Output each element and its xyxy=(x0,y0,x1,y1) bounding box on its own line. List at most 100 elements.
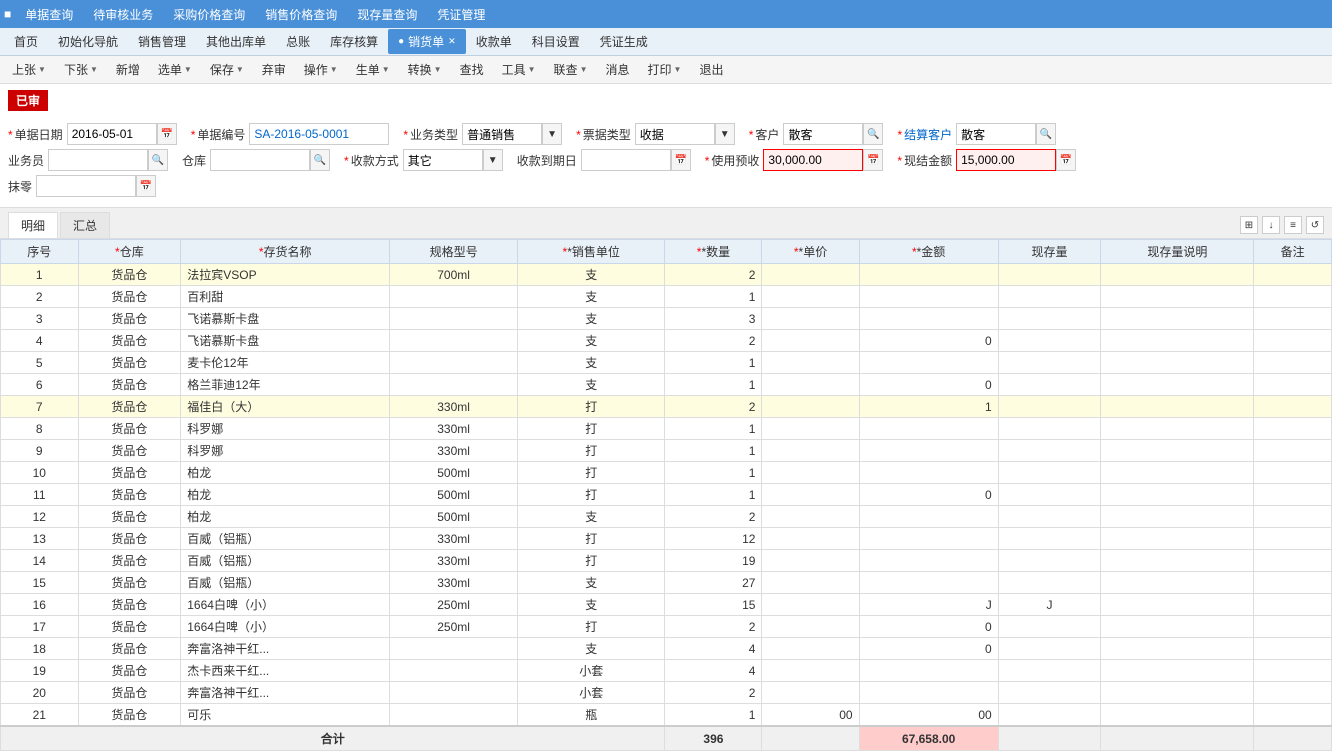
table-icon-1[interactable]: ⊞ xyxy=(1240,216,1258,234)
table-icon-3[interactable]: ≡ xyxy=(1284,216,1302,234)
label-payment: 收款方式 xyxy=(344,152,401,169)
table-row: 20货品仓奔富洛神干红...小套2 xyxy=(1,682,1332,704)
top-nav: ■ 单据查询 待审核业务 采购价格查询 销售价格查询 现存量查询 凭证管理 xyxy=(0,0,1332,28)
table-footer-row: 合计 396 67,658.00 xyxy=(1,726,1332,751)
nav-init[interactable]: 初始化导航 xyxy=(48,29,128,54)
table-row: 19货品仓杰卡西来干红...小套4 xyxy=(1,660,1332,682)
warehouse-input[interactable] xyxy=(210,149,310,171)
nav-sales-mgmt[interactable]: 销售管理 xyxy=(128,29,196,54)
label-customer: 客户 xyxy=(749,126,782,143)
cash-input-group: 📅 xyxy=(956,149,1076,171)
biz-type-dropdown-icon[interactable]: ▼ xyxy=(542,123,562,145)
detail-table: 序号 仓库 存货名称 规格型号 *销售单位 *数量 *单价 *金额 现存量 现存… xyxy=(0,239,1332,751)
nav-voucher-gen[interactable]: 凭证生成 xyxy=(590,29,658,54)
form-group-docno: 单据编号 xyxy=(191,123,390,145)
table-icon-2[interactable]: ↓ xyxy=(1262,216,1280,234)
btn-generate[interactable]: 生单▼ xyxy=(348,59,398,80)
form-group-tickettype: 票据类型 ▼ xyxy=(576,123,735,145)
nav-other-outbound[interactable]: 其他出库单 xyxy=(196,29,276,54)
top-nav-doc-query[interactable]: 单据查询 xyxy=(15,2,83,27)
col-unit: *销售单位 xyxy=(518,240,665,264)
btn-save[interactable]: 保存▼ xyxy=(202,59,252,80)
nav-inventory[interactable]: 库存核算 xyxy=(320,29,388,54)
due-date-input-group: 📅 xyxy=(581,149,691,171)
calendar-icon[interactable]: 📅 xyxy=(157,123,177,145)
warehouse-input-group: 🔍 xyxy=(210,149,330,171)
table-row: 15货品仓百威（铝瓶）330ml支27 xyxy=(1,572,1332,594)
advance-input-group: 📅 xyxy=(763,149,883,171)
btn-search[interactable]: 查找 xyxy=(452,59,492,80)
footer-total-qty: 396 xyxy=(665,726,762,751)
btn-cancel-review[interactable]: 弃审 xyxy=(254,59,294,80)
top-nav-sales-price[interactable]: 销售价格查询 xyxy=(255,2,347,27)
nav-sales-order[interactable]: ● 销货单 ✕ xyxy=(388,29,466,54)
top-nav-purchase-price[interactable]: 采购价格查询 xyxy=(163,2,255,27)
table-icon-4[interactable]: ↺ xyxy=(1306,216,1324,234)
nav-receipt[interactable]: 收款单 xyxy=(466,29,522,54)
customer-input[interactable] xyxy=(783,123,863,145)
btn-message[interactable]: 消息 xyxy=(597,59,637,80)
doc-no-input[interactable] xyxy=(249,123,389,145)
advance-input[interactable] xyxy=(763,149,863,171)
label-advance: 使用预收 xyxy=(705,152,762,169)
btn-prev[interactable]: 上张▼ xyxy=(4,59,54,80)
ticket-type-dropdown-icon[interactable]: ▼ xyxy=(715,123,735,145)
btn-operation[interactable]: 操作▼ xyxy=(296,59,346,80)
col-product: 存货名称 xyxy=(181,240,390,264)
col-no: 序号 xyxy=(1,240,79,264)
tab-detail[interactable]: 明细 xyxy=(8,212,58,238)
status-badge: 已审 xyxy=(8,90,48,111)
doc-date-input[interactable] xyxy=(67,123,157,145)
doc-date-input-group: 📅 xyxy=(67,123,177,145)
warehouse-search-icon[interactable]: 🔍 xyxy=(310,149,330,171)
form-group-payment: 收款方式 ▼ xyxy=(344,149,503,171)
btn-new[interactable]: 新增 xyxy=(108,59,148,80)
col-amount: *金额 xyxy=(859,240,998,264)
salesperson-input[interactable] xyxy=(48,149,148,171)
nav-ledger[interactable]: 总账 xyxy=(276,29,320,54)
due-date-input[interactable] xyxy=(581,149,671,171)
advance-calendar-icon[interactable]: 📅 xyxy=(863,149,883,171)
discount-input[interactable] xyxy=(36,175,136,197)
btn-print[interactable]: 打印▼ xyxy=(640,59,690,80)
nav-home[interactable]: 首页 xyxy=(4,29,48,54)
tab-summary[interactable]: 汇总 xyxy=(60,212,110,238)
ticket-type-input[interactable] xyxy=(635,123,715,145)
form-group-date: 单据日期 📅 xyxy=(8,123,177,145)
top-nav-stock-query[interactable]: 现存量查询 xyxy=(347,2,427,27)
btn-exit[interactable]: 退出 xyxy=(691,59,731,80)
form-group-salesperson: 业务员 🔍 xyxy=(8,149,168,171)
form-group-due-date: 收款到期日 📅 xyxy=(517,149,691,171)
footer-empty-note xyxy=(1101,726,1254,751)
top-nav-voucher[interactable]: 凭证管理 xyxy=(427,2,495,27)
label-ticket-type: 票据类型 xyxy=(576,126,633,143)
cash-input[interactable] xyxy=(956,149,1056,171)
table-header-row: 序号 仓库 存货名称 规格型号 *销售单位 *数量 *单价 *金额 现存量 现存… xyxy=(1,240,1332,264)
due-date-calendar-icon[interactable]: 📅 xyxy=(671,149,691,171)
btn-link-query[interactable]: 联查▼ xyxy=(546,59,596,80)
settlement-customer-search-icon[interactable]: 🔍 xyxy=(1036,123,1056,145)
discount-calendar-icon[interactable]: 📅 xyxy=(136,175,156,197)
salesperson-search-icon[interactable]: 🔍 xyxy=(148,149,168,171)
top-nav-icon: ■ xyxy=(4,7,11,21)
cash-calendar-icon[interactable]: 📅 xyxy=(1056,149,1076,171)
table-row: 18货品仓奔富洛神干红...支40 xyxy=(1,638,1332,660)
btn-next[interactable]: 下张▼ xyxy=(56,59,106,80)
payment-input[interactable] xyxy=(403,149,483,171)
btn-convert[interactable]: 转换▼ xyxy=(400,59,450,80)
tab-icon-group: ⊞ ↓ ≡ ↺ xyxy=(1240,216,1324,234)
btn-tools[interactable]: 工具▼ xyxy=(494,59,544,80)
form-group-settlement-customer: 结算客户 🔍 xyxy=(897,123,1056,145)
label-settlement-customer[interactable]: 结算客户 xyxy=(897,126,954,143)
btn-select[interactable]: 选单▼ xyxy=(150,59,200,80)
footer-empty-remark xyxy=(1254,726,1332,751)
payment-dropdown-icon[interactable]: ▼ xyxy=(483,149,503,171)
nav-account-settings[interactable]: 科目设置 xyxy=(522,29,590,54)
settlement-customer-input[interactable] xyxy=(956,123,1036,145)
table-row: 21货品仓可乐瓶10000 xyxy=(1,704,1332,727)
table-row: 14货品仓百威（铝瓶）330ml打19 xyxy=(1,550,1332,572)
table-row: 6货品仓格兰菲迪12年支10 xyxy=(1,374,1332,396)
customer-search-icon[interactable]: 🔍 xyxy=(863,123,883,145)
biz-type-input[interactable] xyxy=(462,123,542,145)
top-nav-pending[interactable]: 待审核业务 xyxy=(83,2,163,27)
